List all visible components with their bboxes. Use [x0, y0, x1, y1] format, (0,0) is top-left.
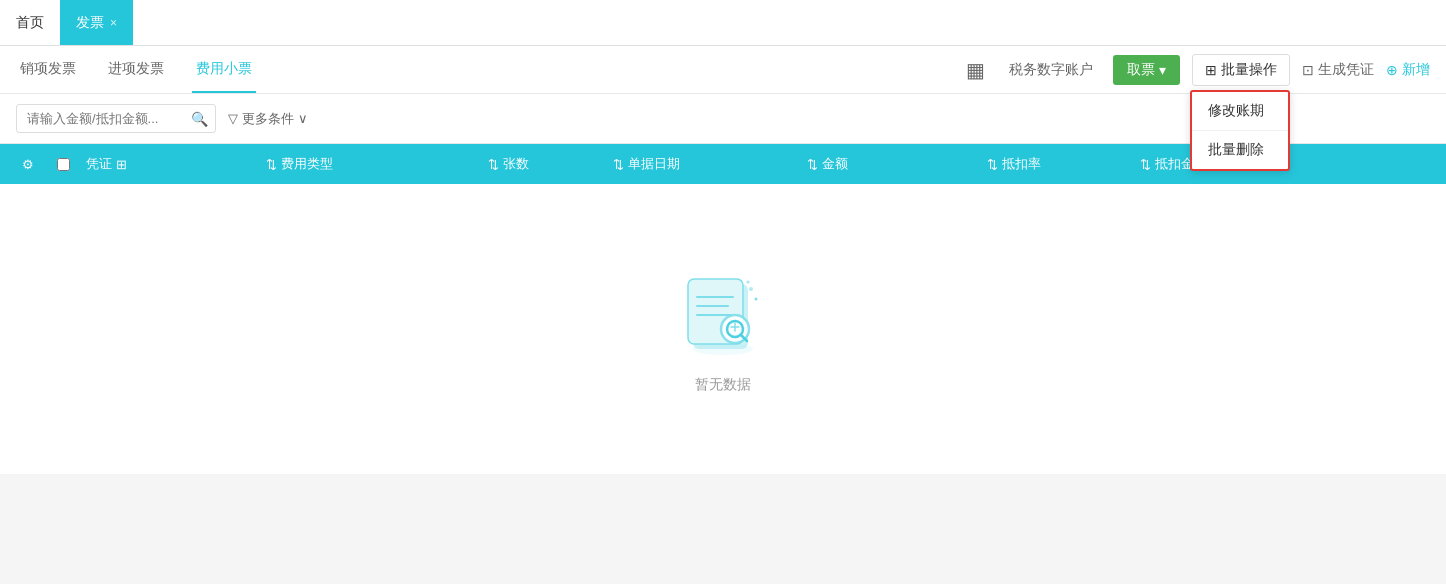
gear-icon: ⚙: [22, 157, 34, 172]
search-wrap: 🔍: [16, 104, 216, 133]
tab-purchase[interactable]: 进项发票: [104, 46, 168, 93]
filter-arrow: ∨: [298, 111, 308, 126]
sort-icon-left: ⇅: [1140, 157, 1151, 172]
invoice-tab-label: 发票: [76, 14, 104, 32]
get-ticket-arrow: ▾: [1159, 62, 1166, 78]
batch-dropdown-menu: 修改账期 批量删除: [1190, 90, 1290, 171]
add-icon: ⊕: [1386, 62, 1398, 78]
home-tab[interactable]: 首页: [0, 0, 60, 45]
th-rate[interactable]: ⇅ 抵扣率: [979, 155, 1132, 173]
invoice-tab[interactable]: 发票 ×: [60, 0, 133, 45]
select-all-checkbox[interactable]: [57, 158, 70, 171]
svg-point-14: [747, 281, 750, 284]
voucher-filter-icon: ⊞: [116, 157, 127, 172]
sort-icon-left: ⇅: [488, 157, 499, 172]
sort-icon-left: ⇅: [807, 157, 818, 172]
tab-expense[interactable]: 费用小票: [192, 46, 256, 93]
th-settings[interactable]: ⚙: [8, 157, 48, 172]
empty-state: 暂无数据: [0, 184, 1446, 474]
svg-point-12: [749, 287, 753, 291]
add-button[interactable]: ⊕ 新增: [1386, 61, 1430, 79]
batch-operation-container: ⊞ 批量操作 修改账期 批量删除: [1192, 54, 1290, 86]
invoice-tab-close[interactable]: ×: [110, 16, 117, 30]
generate-icon: ⊡: [1302, 62, 1314, 78]
th-count[interactable]: ⇅ 张数: [480, 155, 606, 173]
search-icon[interactable]: 🔍: [191, 111, 208, 127]
filter-icon: ▽: [228, 111, 238, 126]
dropdown-item-modify-period[interactable]: 修改账期: [1192, 92, 1288, 130]
th-checkbox[interactable]: [48, 158, 78, 171]
empty-icon: [673, 264, 773, 364]
empty-text: 暂无数据: [695, 376, 751, 394]
th-expense-type[interactable]: ⇅ 费用类型: [258, 155, 479, 173]
sort-icon-left: ⇅: [987, 157, 998, 172]
th-voucher[interactable]: 凭证 ⊞: [78, 155, 258, 173]
search-input[interactable]: [16, 104, 216, 133]
th-date[interactable]: ⇅ 单据日期: [605, 155, 799, 173]
batch-icon: ⊞: [1205, 62, 1217, 78]
sort-icon-left: ⇅: [613, 157, 624, 172]
more-filter-button[interactable]: ▽ 更多条件 ∨: [228, 110, 308, 128]
get-ticket-button[interactable]: 取票 ▾: [1113, 55, 1180, 85]
top-nav: 首页 发票 ×: [0, 0, 1446, 46]
generate-voucher-button[interactable]: ⊡ 生成凭证: [1302, 61, 1374, 79]
qr-button[interactable]: ▦: [962, 54, 989, 86]
tab-sales[interactable]: 销项发票: [16, 46, 80, 93]
qr-icon: ▦: [966, 58, 985, 82]
dropdown-item-batch-delete[interactable]: 批量删除: [1192, 130, 1288, 169]
th-amount[interactable]: ⇅ 金额: [799, 155, 979, 173]
batch-operation-button[interactable]: ⊞ 批量操作: [1192, 54, 1290, 86]
sort-icon-left: ⇅: [266, 157, 277, 172]
tab-actions: ▦ 税务数字账户 取票 ▾ ⊞ 批量操作 修改账期 批量删除 ⊡ 生成凭证 ⊕: [962, 54, 1430, 86]
sub-tabs: 销项发票 进项发票 费用小票: [16, 46, 256, 93]
sub-tab-bar: 销项发票 进项发票 费用小票 ▦ 税务数字账户 取票 ▾ ⊞ 批量操作 修改账期: [0, 46, 1446, 94]
svg-point-13: [755, 298, 758, 301]
tax-account-button[interactable]: 税务数字账户: [1001, 57, 1101, 83]
